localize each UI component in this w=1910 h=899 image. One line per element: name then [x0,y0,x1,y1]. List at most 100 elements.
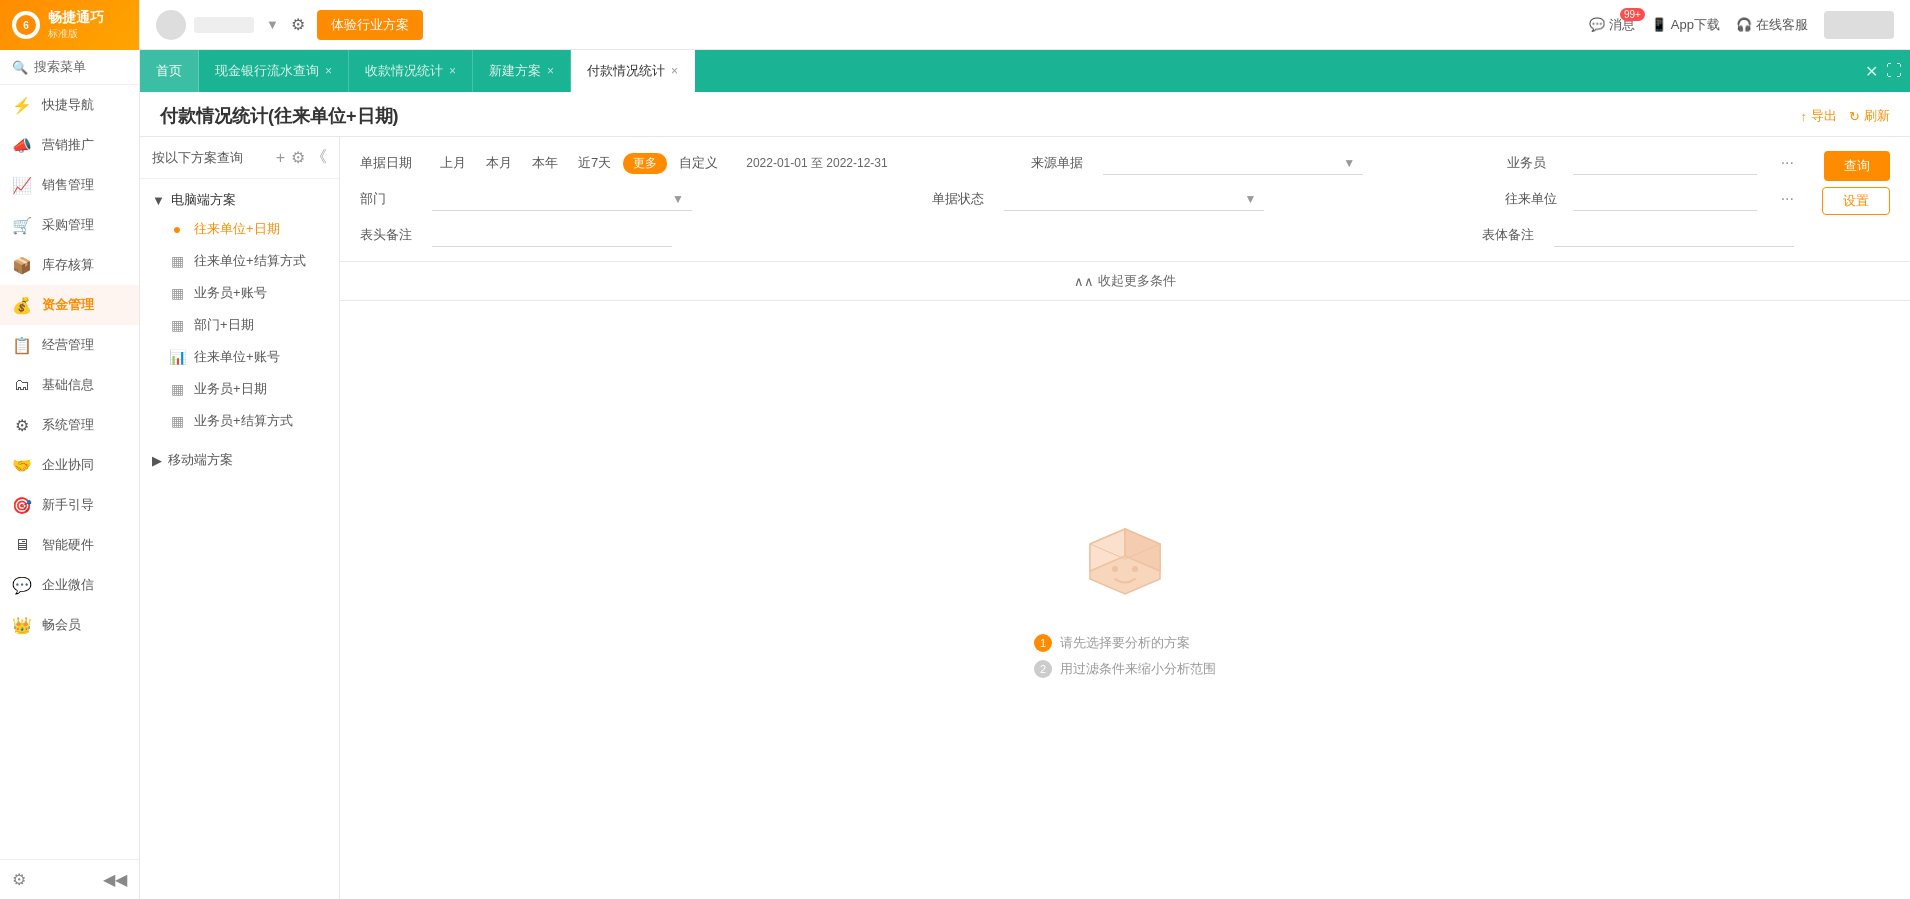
sidebar-item-system[interactable]: ⚙ 系统管理 [0,405,139,445]
schema-item-unit-date[interactable]: ● 往来单位+日期 [140,213,339,245]
sidebar-search[interactable]: 🔍 搜索菜单 [0,50,139,85]
more-btn[interactable]: 更多 [623,153,667,174]
left-panel: 按以下方案查询 + ⚙ 《 ▼ 电脑端方案 ● 往来单位+日期 ▦ [140,137,340,899]
sidebar-item-label: 库存核算 [42,256,94,274]
schema-item-label: 往来单位+结算方式 [194,252,306,270]
custom-btn[interactable]: 自定义 [671,151,726,175]
schema-item-staff-settle[interactable]: ▦ 业务员+结算方式 [140,405,339,437]
tab-bank[interactable]: 现金银行流水查询 × [199,50,349,92]
sidebar-item-label: 销售管理 [42,176,94,194]
tab-new-plan[interactable]: 新建方案 × [473,50,571,92]
last7-btn[interactable]: 近7天 [570,151,619,175]
source-label: 来源单据 [1031,154,1087,172]
settings-btn[interactable]: 设置 [1822,187,1890,215]
topbar-settings-icon[interactable]: ⚙ [291,15,305,34]
filter-row-3: 表头备注 表体备注 [360,223,1794,247]
schema-item-unit-settle[interactable]: ▦ 往来单位+结算方式 [140,245,339,277]
tabs-expand-icon[interactable]: ⛶ [1886,62,1902,80]
unit-dots-icon[interactable]: ··· [1781,190,1794,208]
schema-item-icon-2: ▦ [168,284,186,302]
topbar-dropdown-icon[interactable]: ▼ [266,17,279,32]
tab-payment-close[interactable]: × [671,64,678,78]
message-btn[interactable]: 💬 消息 99+ [1589,16,1635,34]
this-year-btn[interactable]: 本年 [524,151,566,175]
schema-item-staff-account[interactable]: ▦ 业务员+账号 [140,277,339,309]
tab-home[interactable]: 首页 [140,50,199,92]
mobile-group-arrow: ▶ [152,453,162,468]
tab-bank-close[interactable]: × [325,64,332,78]
sidebar-item-label: 系统管理 [42,416,94,434]
sidebar-item-basic[interactable]: 🗂 基础信息 [0,365,139,405]
note-body-input[interactable] [1554,223,1794,247]
service-label: 在线客服 [1756,16,1808,34]
left-panel-add-btn[interactable]: + [276,149,285,167]
status-select[interactable]: ▼ [1004,188,1264,211]
sidebar-collapse-icon[interactable]: ◀◀ [103,870,127,889]
operations-icon: 📋 [12,335,32,355]
source-select[interactable]: ▼ [1103,152,1363,175]
sidebar-item-operations[interactable]: 📋 经营管理 [0,325,139,365]
note-header-input[interactable] [432,223,672,247]
filter-area: 单据日期 上月 本月 本年 近7天 更多 自定义 2022-01-01 至 20… [340,137,1910,262]
last-month-btn[interactable]: 上月 [432,151,474,175]
staff-label: 业务员 [1507,154,1557,172]
schema-group-desktop-header[interactable]: ▼ 电脑端方案 [140,187,339,213]
sidebar-search-label: 搜索菜单 [34,58,86,76]
service-btn[interactable]: 🎧 在线客服 [1736,16,1808,34]
sidebar-item-hardware[interactable]: 🖥 智能硬件 [0,525,139,565]
tabs-close-all-icon[interactable]: ✕ [1865,62,1878,81]
empty-tip-2: 2 用过滤条件来缩小分析范围 [1034,660,1216,678]
sidebar-item-label: 快捷导航 [42,96,94,114]
unit-input[interactable] [1573,187,1757,211]
schema-item-unit-account[interactable]: 📊 往来单位+账号 [140,341,339,373]
sidebar-item-enterprise[interactable]: 🤝 企业协同 [0,445,139,485]
basic-icon: 🗂 [12,375,32,395]
tab-receipts-close[interactable]: × [449,64,456,78]
query-btn[interactable]: 查询 [1824,151,1890,181]
date-label: 单据日期 [360,154,416,172]
tabs-right-controls: ✕ ⛶ [1857,50,1910,92]
vip-icon: 👑 [12,615,32,635]
sidebar-settings-icon[interactable]: ⚙ [12,870,26,889]
staff-input[interactable] [1573,151,1757,175]
date-buttons: 上月 本月 本年 近7天 更多 自定义 [432,151,726,175]
tab-payment[interactable]: 付款情况统计 × [571,50,695,92]
sidebar-item-marketing[interactable]: 📣 营销推广 [0,125,139,165]
schema-item-icon-3: ▦ [168,316,186,334]
left-panel-actions: + ⚙ 《 [276,147,327,168]
schema-item-dept-date[interactable]: ▦ 部门+日期 [140,309,339,341]
sidebar-item-guide[interactable]: 🎯 新手引导 [0,485,139,525]
tip-num-2: 2 [1034,660,1052,678]
sidebar-item-sales[interactable]: 📈 销售管理 [0,165,139,205]
this-month-btn[interactable]: 本月 [478,151,520,175]
tip-text-1: 请先选择要分析的方案 [1060,634,1190,652]
schema-item-staff-date[interactable]: ▦ 业务员+日期 [140,373,339,405]
tip-num-1: 1 [1034,634,1052,652]
sidebar-item-quick-nav[interactable]: ⚡ 快捷导航 [0,85,139,125]
source-arrow-icon: ▼ [1343,156,1355,170]
page-header: 付款情况统计(往来单位+日期) ↑ 导出 ↻ 刷新 [140,92,1910,137]
trial-btn[interactable]: 体验行业方案 [317,10,423,40]
export-btn[interactable]: ↑ 导出 [1801,107,1838,125]
tab-new-plan-close[interactable]: × [547,64,554,78]
dept-select[interactable]: ▼ [432,188,692,211]
sidebar-item-purchase[interactable]: 🛒 采购管理 [0,205,139,245]
app-download-btn[interactable]: 📱 App下载 [1651,16,1720,34]
sidebar-item-label: 基础信息 [42,376,94,394]
tabs-bar: 首页 现金银行流水查询 × 收款情况统计 × 新建方案 × 付款情况统计 × ✕… [140,50,1910,92]
sidebar-item-inventory[interactable]: 📦 库存核算 [0,245,139,285]
page-title: 付款情况统计(往来单位+日期) [160,104,399,128]
left-panel-collapse-btn[interactable]: 《 [311,147,327,168]
sidebar-item-vip[interactable]: 👑 畅会员 [0,605,139,645]
mobile-group-title: 移动端方案 [168,451,233,469]
sidebar-item-finance[interactable]: 💰 资金管理 [0,285,139,325]
sidebar-item-wechat[interactable]: 💬 企业微信 [0,565,139,605]
left-panel-settings-btn[interactable]: ⚙ [291,148,305,167]
tab-receipts[interactable]: 收款情况统计 × [349,50,473,92]
wechat-icon: 💬 [12,575,32,595]
refresh-btn[interactable]: ↻ 刷新 [1849,107,1890,125]
schema-group-mobile-header[interactable]: ▶ 移动端方案 [140,445,339,473]
staff-dots-icon[interactable]: ··· [1781,154,1794,172]
schema-item-icon-4: 📊 [168,348,186,366]
collapse-more-bar[interactable]: ∧∧ 收起更多条件 [340,262,1910,301]
